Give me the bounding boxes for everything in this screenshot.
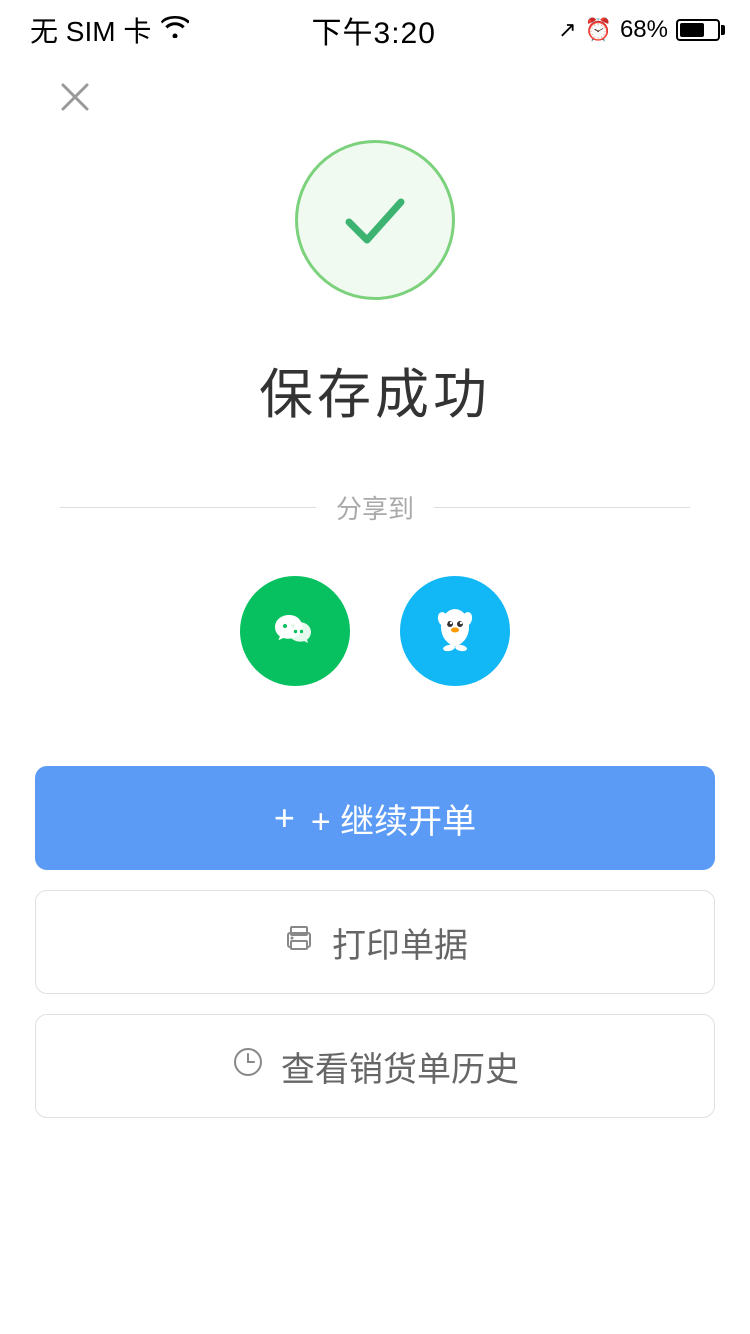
battery-percent: 68%: [620, 16, 668, 44]
alarm-icon: ⏰: [585, 17, 612, 43]
success-title: 保存成功: [259, 350, 491, 429]
close-button[interactable]: [50, 72, 100, 122]
status-bar: 无 SIM 卡 下午3:20 ↗ ⏰ 68%: [0, 0, 750, 60]
share-divider: 分享到: [0, 489, 750, 526]
share-label: 分享到: [316, 489, 434, 526]
battery-icon: [676, 19, 720, 41]
continue-icon: +: [274, 797, 295, 839]
history-label: 查看销货单历史: [281, 1042, 519, 1091]
success-icon-circle: [295, 140, 455, 300]
status-time: 下午3:20: [312, 8, 436, 52]
history-button[interactable]: 查看销货单历史: [35, 1014, 715, 1118]
action-buttons: + + 继续开单 打印单据 查看销货单历史: [35, 766, 715, 1118]
sim-text: 无 SIM 卡: [30, 10, 151, 50]
location-icon: ↗: [558, 17, 576, 43]
status-left: 无 SIM 卡: [30, 10, 189, 50]
share-icons: [240, 576, 510, 686]
divider-left: [60, 507, 316, 508]
continue-label: + 继续开单: [311, 794, 476, 843]
main-content: 保存成功 分享到: [0, 60, 750, 1118]
print-label: 打印单据: [332, 918, 468, 967]
wifi-icon: [161, 16, 189, 45]
divider-right: [434, 507, 690, 508]
wechat-share-button[interactable]: [240, 576, 350, 686]
history-icon: [231, 1045, 265, 1088]
print-icon: [282, 921, 316, 964]
continue-order-button[interactable]: + + 继续开单: [35, 766, 715, 870]
qq-share-button[interactable]: [400, 576, 510, 686]
status-right: ↗ ⏰ 68%: [558, 16, 720, 44]
print-button[interactable]: 打印单据: [35, 890, 715, 994]
